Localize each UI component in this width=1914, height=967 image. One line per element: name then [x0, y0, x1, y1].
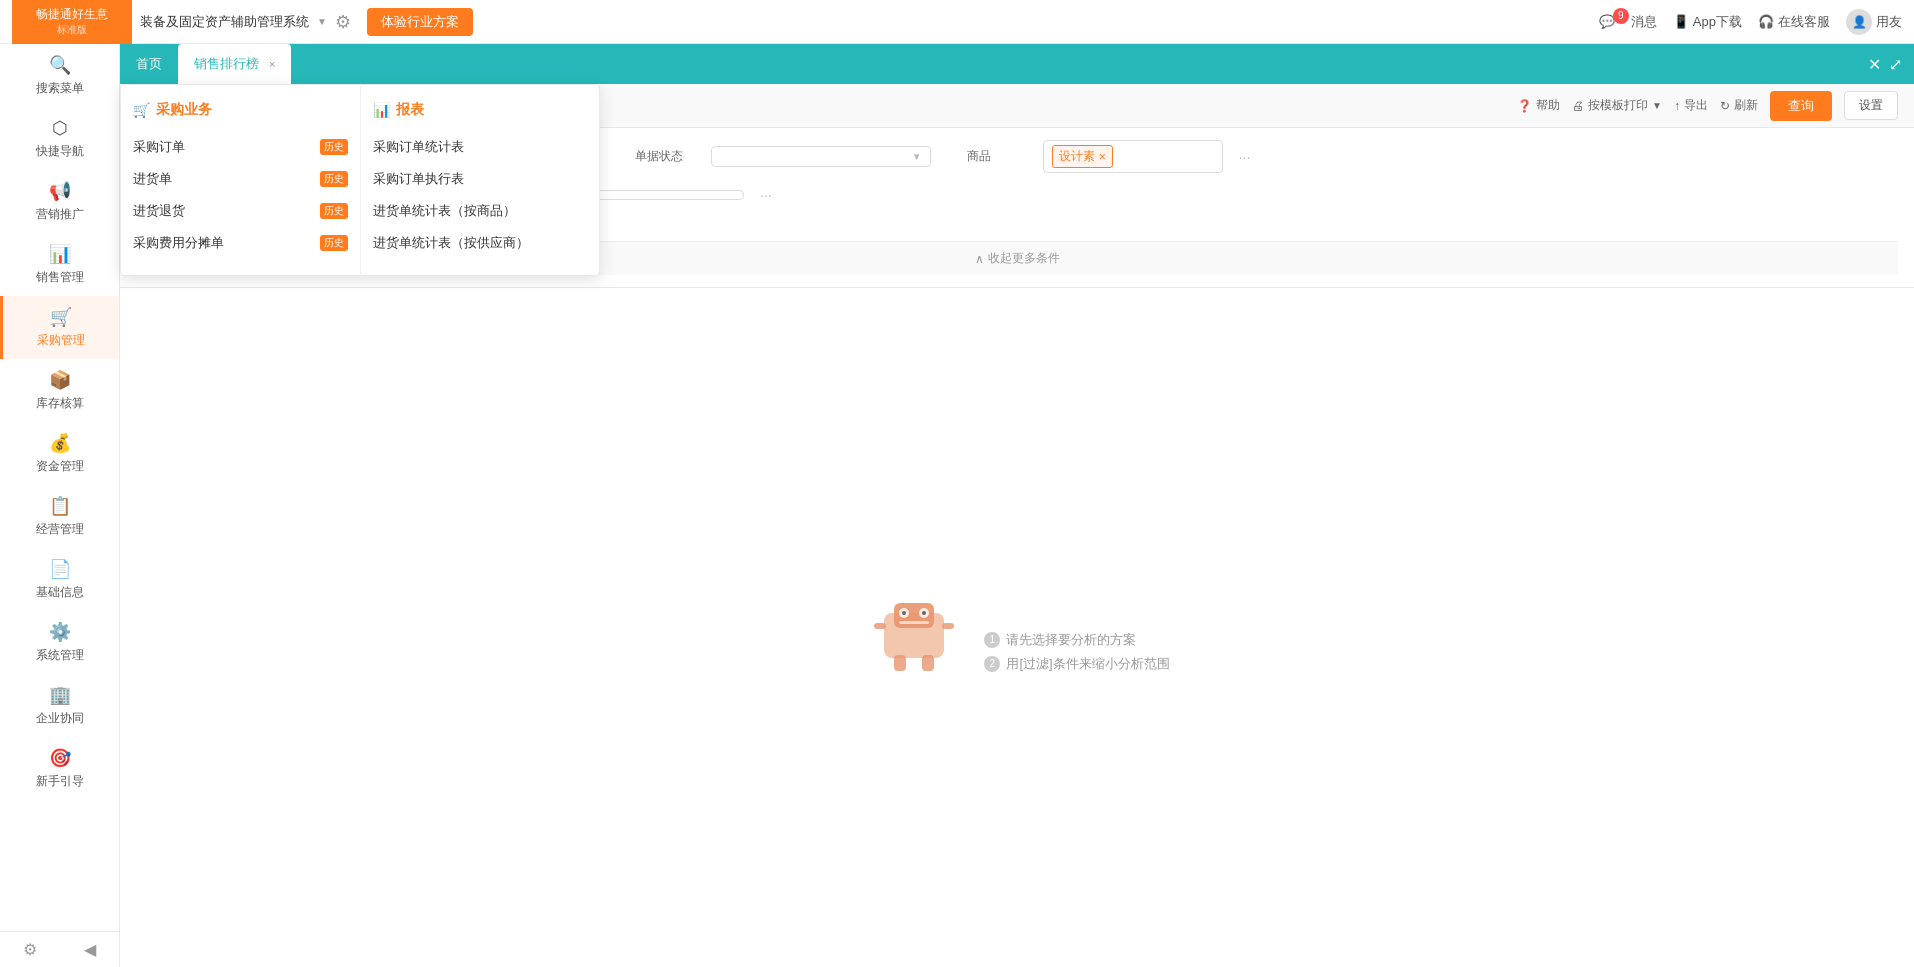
dropdown-item-goods-in[interactable]: 进货单 历史 [133, 163, 348, 195]
purchase-business-title: 🛒 采购业务 [133, 101, 348, 119]
dropdown-item-purchase-order-stats[interactable]: 采购订单统计表 [373, 131, 588, 163]
purchase-icon-title: 🛒 [133, 102, 150, 118]
purchase-expense-label: 采购费用分摊单 [133, 234, 224, 252]
purchase-order-label: 采购订单 [133, 138, 185, 156]
dropdown-item-goods-stats-supplier[interactable]: 进货单统计表（按供应商） [373, 227, 588, 259]
dropdown-item-purchase-order[interactable]: 采购订单 历史 [133, 131, 348, 163]
report-title: 📊 报表 [373, 101, 588, 119]
goods-in-history: 历史 [320, 171, 348, 187]
goods-return-history: 历史 [320, 203, 348, 219]
dropdown-item-goods-stats-product[interactable]: 进货单统计表（按商品） [373, 195, 588, 227]
purchase-business-col: 🛒 采购业务 采购订单 历史 进货单 历史 进货退货 历史 采购费用分摊单 历史 [121, 85, 361, 275]
purchase-order-stats-label: 采购订单统计表 [373, 138, 464, 156]
dropdown-item-goods-return[interactable]: 进货退货 历史 [133, 195, 348, 227]
dropdown-item-purchase-order-exec[interactable]: 采购订单执行表 [373, 163, 588, 195]
purchase-order-exec-label: 采购订单执行表 [373, 170, 464, 188]
purchase-dropdown-menu: 🛒 采购业务 采购订单 历史 进货单 历史 进货退货 历史 采购费用分摊单 历史… [120, 84, 600, 276]
dropdown-item-purchase-expense[interactable]: 采购费用分摊单 历史 [133, 227, 348, 259]
purchase-order-history: 历史 [320, 139, 348, 155]
report-icon-title: 📊 [373, 102, 390, 118]
goods-stats-product-label: 进货单统计表（按商品） [373, 202, 516, 220]
goods-return-label: 进货退货 [133, 202, 185, 220]
purchase-expense-history: 历史 [320, 235, 348, 251]
report-col: 📊 报表 采购订单统计表 采购订单执行表 进货单统计表（按商品） 进货单统计表（… [361, 85, 600, 275]
goods-in-label: 进货单 [133, 170, 172, 188]
goods-stats-supplier-label: 进货单统计表（按供应商） [373, 234, 529, 252]
